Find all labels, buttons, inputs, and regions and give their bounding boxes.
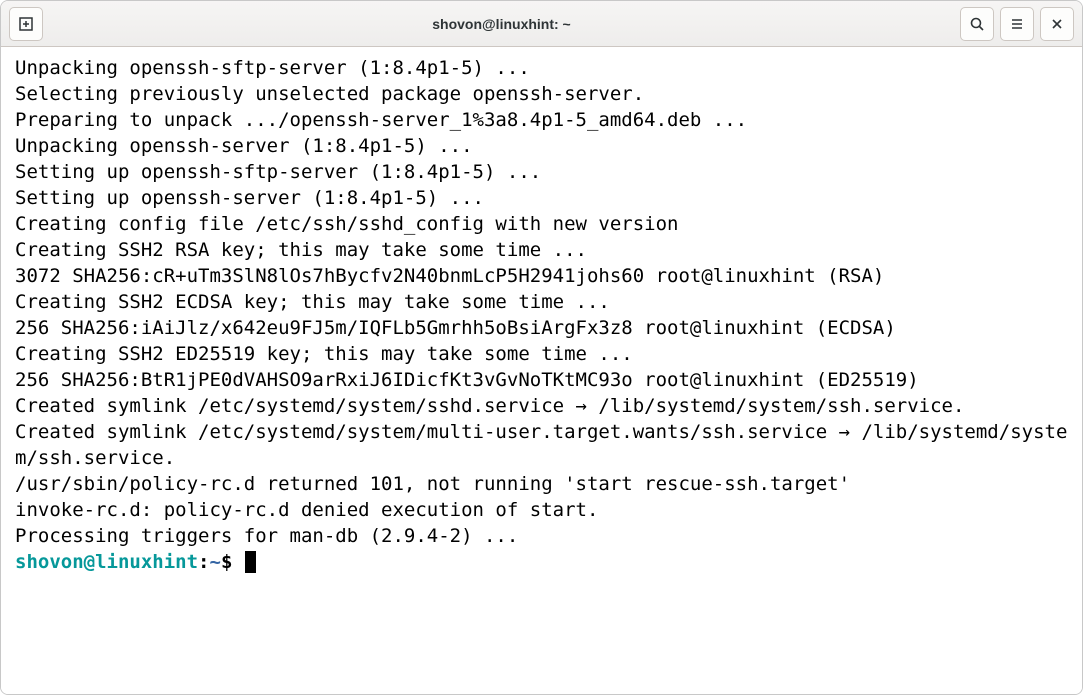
terminal-output-line: Unpacking openssh-server (1:8.4p1-5) ...	[15, 133, 1068, 159]
terminal-output-line: /usr/sbin/policy-rc.d returned 101, not …	[15, 471, 1068, 497]
terminal-window: shovon@linuxhint: ~	[0, 0, 1083, 695]
terminal-output-line: Setting up openssh-sftp-server (1:8.4p1-…	[15, 159, 1068, 185]
hamburger-menu-button[interactable]	[1000, 7, 1034, 41]
prompt-at: @	[84, 551, 95, 573]
window-title: shovon@linuxhint: ~	[49, 16, 954, 32]
terminal-output-line: Selecting previously unselected package …	[15, 81, 1068, 107]
new-tab-icon	[18, 16, 34, 32]
hamburger-icon	[1009, 16, 1025, 32]
terminal-output-line: Created symlink /etc/systemd/system/sshd…	[15, 393, 1068, 419]
terminal-output-line: Created symlink /etc/systemd/system/mult…	[15, 419, 1068, 471]
terminal-output-line: Preparing to unpack .../openssh-server_1…	[15, 107, 1068, 133]
prompt-user: shovon	[15, 551, 84, 573]
search-button[interactable]	[960, 7, 994, 41]
terminal-prompt-line[interactable]: shovon@linuxhint:~$	[15, 549, 1068, 575]
search-icon	[969, 16, 985, 32]
terminal-output-line: 256 SHA256:iAiJlz/x642eu9FJ5m/IQFLb5Gmrh…	[15, 315, 1068, 341]
terminal-output-line: Creating SSH2 ED25519 key; this may take…	[15, 341, 1068, 367]
prompt-path: ~	[210, 551, 221, 573]
close-icon	[1049, 16, 1065, 32]
close-button[interactable]	[1040, 7, 1074, 41]
terminal-viewport[interactable]: Unpacking openssh-sftp-server (1:8.4p1-5…	[1, 47, 1082, 694]
new-tab-button[interactable]	[9, 7, 43, 41]
titlebar-controls	[960, 7, 1074, 41]
terminal-output-line: Processing triggers for man-db (2.9.4-2)…	[15, 523, 1068, 549]
prompt-host: linuxhint	[95, 551, 198, 573]
terminal-output-line: Creating SSH2 ECDSA key; this may take s…	[15, 289, 1068, 315]
terminal-cursor	[245, 551, 256, 573]
prompt-colon: :	[198, 551, 209, 573]
terminal-output-line: Creating SSH2 RSA key; this may take som…	[15, 237, 1068, 263]
terminal-output-line: Creating config file /etc/ssh/sshd_confi…	[15, 211, 1068, 237]
terminal-output-line: 256 SHA256:BtR1jPE0dVAHSO9arRxiJ6IDicfKt…	[15, 367, 1068, 393]
terminal-output-line: invoke-rc.d: policy-rc.d denied executio…	[15, 497, 1068, 523]
terminal-output-line: Unpacking openssh-sftp-server (1:8.4p1-5…	[15, 55, 1068, 81]
terminal-output-line: 3072 SHA256:cR+uTm3SlN8lOs7hBycfv2N40bnm…	[15, 263, 1068, 289]
titlebar: shovon@linuxhint: ~	[1, 1, 1082, 47]
prompt-symbol: $	[221, 551, 244, 573]
terminal-output-line: Setting up openssh-server (1:8.4p1-5) ..…	[15, 185, 1068, 211]
